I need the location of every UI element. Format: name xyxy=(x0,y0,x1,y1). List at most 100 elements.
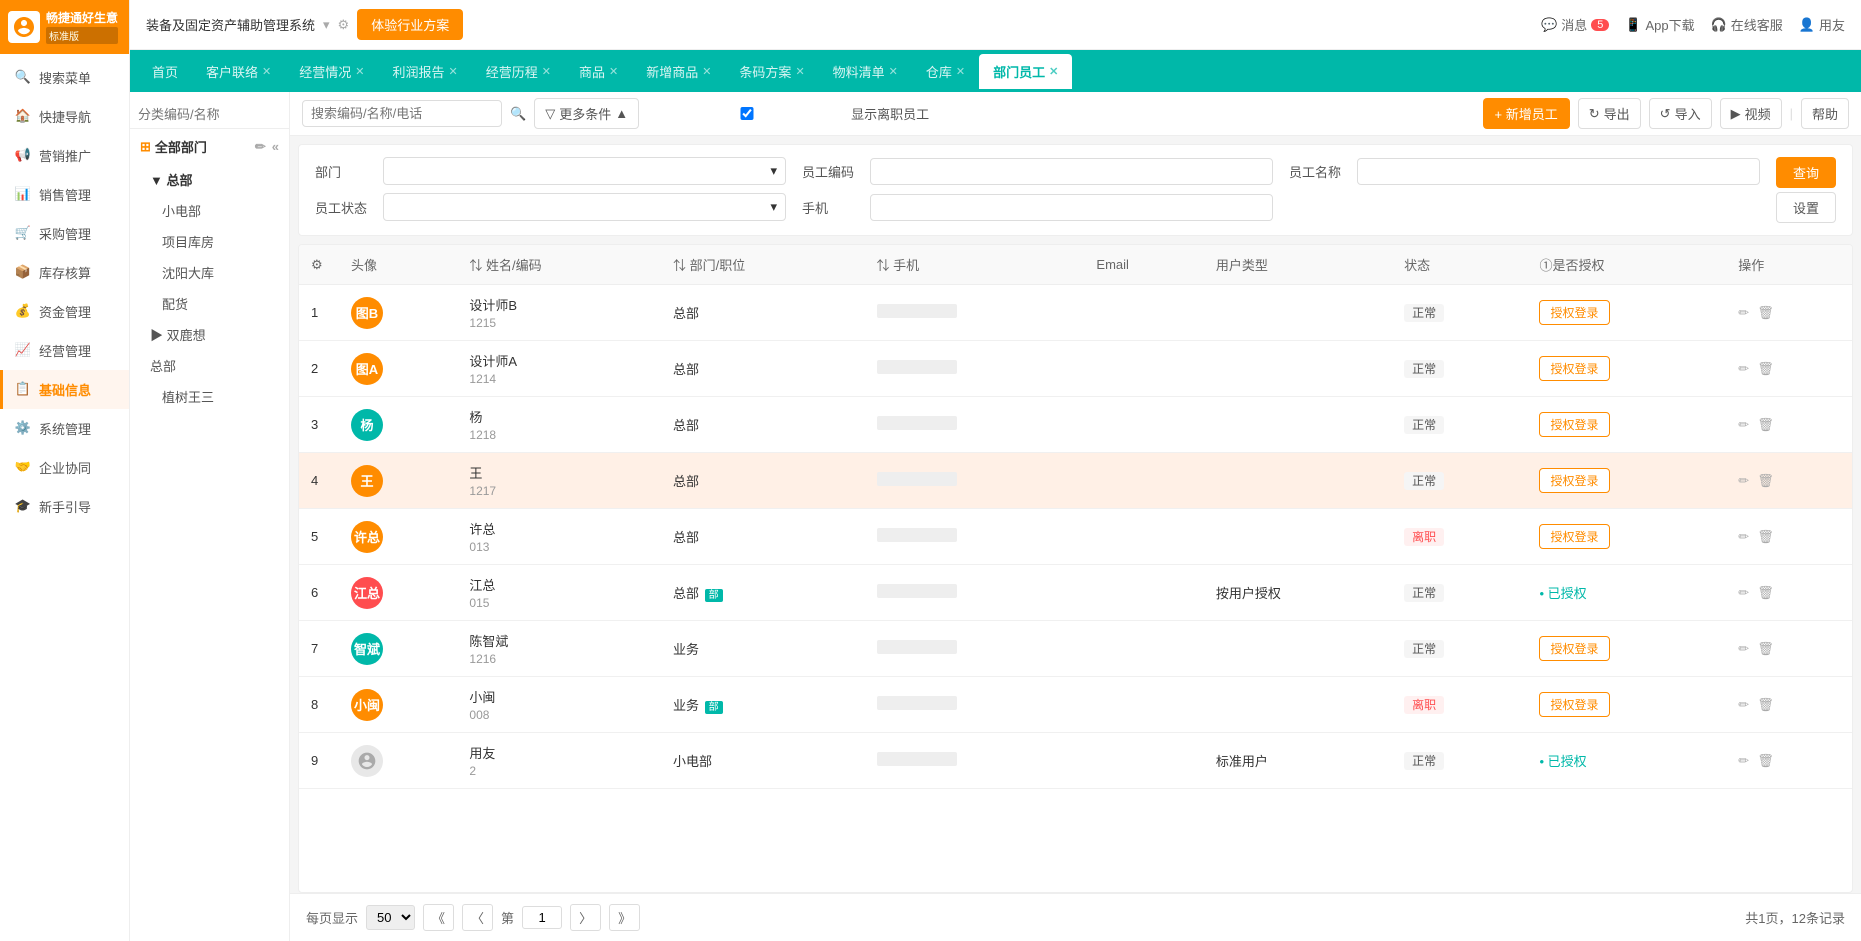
tab-bom[interactable]: 物料清单 ✕ xyxy=(819,54,912,89)
gear-icon[interactable]: ⚙ xyxy=(338,17,350,33)
show-resigned-label[interactable]: 显示离职员工 xyxy=(647,104,929,123)
sidebar-item-system[interactable]: ⚙️ 系统管理 xyxy=(0,409,129,448)
auth-login-btn[interactable]: 授权登录 xyxy=(1539,524,1609,549)
tree-item-parent1[interactable]: ▼ 总部 xyxy=(130,164,289,195)
sidebar-item-collab[interactable]: 🤝 企业协同 xyxy=(0,448,129,487)
sidebar-item-nav[interactable]: 🏠 快捷导航 xyxy=(0,97,129,136)
online-service-item[interactable]: 🎧 在线客服 xyxy=(1711,15,1783,34)
row-auth[interactable]: 授权登录 xyxy=(1527,453,1726,509)
app-download-item[interactable]: 📱 App下载 xyxy=(1625,15,1694,34)
first-page-btn[interactable]: 《 xyxy=(423,904,454,931)
page-input[interactable]: 1 xyxy=(522,906,562,929)
set-btn[interactable]: 设置 xyxy=(1776,192,1836,223)
tab-warehouse[interactable]: 仓库 ✕ xyxy=(912,54,979,89)
close-icon[interactable]: ✕ xyxy=(449,65,458,78)
tab-barcode[interactable]: 条码方案 ✕ xyxy=(725,54,818,89)
edit-icon[interactable]: ✏ xyxy=(1738,697,1749,713)
close-icon[interactable]: ✕ xyxy=(355,65,364,78)
close-icon[interactable]: ✕ xyxy=(1049,65,1058,78)
auth-login-btn[interactable]: 授权登录 xyxy=(1539,356,1609,381)
delete-icon[interactable]: 🗑 xyxy=(1757,585,1774,601)
edit-tree-icon[interactable]: ✏ xyxy=(255,139,266,155)
tab-home[interactable]: 首页 xyxy=(138,54,192,89)
tab-profit[interactable]: 利润报告 ✕ xyxy=(378,54,471,89)
tree-item-peiho[interactable]: 配货 xyxy=(130,288,289,319)
row-auth[interactable]: 授权登录 xyxy=(1527,341,1726,397)
left-search-input[interactable] xyxy=(138,107,290,122)
prev-page-btn[interactable]: 〈 xyxy=(462,904,493,931)
user-item[interactable]: 👤 用友 xyxy=(1799,15,1845,34)
help-btn[interactable]: 帮助 xyxy=(1801,98,1849,129)
edit-icon[interactable]: ✏ xyxy=(1738,529,1749,545)
edit-icon[interactable]: ✏ xyxy=(1738,585,1749,601)
sidebar-item-marketing[interactable]: 📢 营销推广 xyxy=(0,136,129,175)
tree-item-shuanglu[interactable]: ▶ 双鹿想 xyxy=(130,319,289,350)
delete-icon[interactable]: 🗑 xyxy=(1757,417,1774,433)
auth-login-btn[interactable]: 授权登录 xyxy=(1539,300,1609,325)
edit-icon[interactable]: ✏ xyxy=(1738,473,1749,489)
sidebar-item-search[interactable]: 🔍 搜索菜单 xyxy=(0,58,129,97)
auth-login-btn[interactable]: 授权登录 xyxy=(1539,636,1609,661)
search-input[interactable] xyxy=(302,100,502,127)
row-auth[interactable]: 授权登录 xyxy=(1527,677,1726,733)
tab-history[interactable]: 经营历程 ✕ xyxy=(472,54,565,89)
last-page-btn[interactable]: 》 xyxy=(609,904,640,931)
tree-item-project[interactable]: 项目库房 xyxy=(130,226,289,257)
trial-btn[interactable]: 体验行业方案 xyxy=(357,9,463,40)
auth-login-btn[interactable]: 授权登录 xyxy=(1539,468,1609,493)
delete-icon[interactable]: 🗑 xyxy=(1757,641,1774,657)
collapse-icon[interactable]: « xyxy=(272,139,279,155)
close-icon[interactable]: ✕ xyxy=(889,65,898,78)
sidebar-item-sales[interactable]: 📊 销售管理 xyxy=(0,175,129,214)
edit-icon[interactable]: ✏ xyxy=(1738,753,1749,769)
row-auth[interactable]: 授权登录 xyxy=(1527,285,1726,341)
edit-icon[interactable]: ✏ xyxy=(1738,305,1749,321)
tree-item-zhishu[interactable]: 植树王三 xyxy=(130,381,289,412)
close-icon[interactable]: ✕ xyxy=(956,65,965,78)
sidebar-item-inventory[interactable]: 📦 库存核算 xyxy=(0,253,129,292)
row-auth[interactable]: 授权登录 xyxy=(1527,509,1726,565)
tree-item-xiaodian[interactable]: 小电部 xyxy=(130,195,289,226)
sidebar-item-guide[interactable]: 🎓 新手引导 xyxy=(0,487,129,526)
row-auth[interactable]: 授权登录 xyxy=(1527,621,1726,677)
close-icon[interactable]: ✕ xyxy=(262,65,271,78)
chevron-down-icon[interactable]: ▾ xyxy=(323,17,330,33)
delete-icon[interactable]: 🗑 xyxy=(1757,753,1774,769)
auth-login-btn[interactable]: 授权登录 xyxy=(1539,692,1609,717)
tree-item-shenyang[interactable]: 沈阳大库 xyxy=(130,257,289,288)
close-icon[interactable]: ✕ xyxy=(609,65,618,78)
row-auth[interactable]: 授权登录 xyxy=(1527,397,1726,453)
close-icon[interactable]: ✕ xyxy=(795,65,804,78)
delete-icon[interactable]: 🗑 xyxy=(1757,305,1774,321)
sidebar-item-basic[interactable]: 📋 基础信息 xyxy=(0,370,129,409)
search-btn[interactable]: 查询 xyxy=(1776,157,1836,188)
close-icon[interactable]: ✕ xyxy=(702,65,711,78)
views-btn[interactable]: ▶ 视频 xyxy=(1720,98,1782,129)
phone-input[interactable] xyxy=(870,194,1273,221)
col-gear[interactable]: ⚙ xyxy=(299,245,339,285)
delete-icon[interactable]: 🗑 xyxy=(1757,697,1774,713)
auth-login-btn[interactable]: 授权登录 xyxy=(1539,412,1609,437)
close-icon[interactable]: ✕ xyxy=(542,65,551,78)
dept-select[interactable]: ▾ xyxy=(383,157,786,185)
export-btn[interactable]: ↻ 导出 xyxy=(1578,98,1641,129)
delete-icon[interactable]: 🗑 xyxy=(1757,473,1774,489)
edit-icon[interactable]: ✏ xyxy=(1738,361,1749,377)
show-resigned-checkbox[interactable] xyxy=(647,107,847,120)
tab-new-goods[interactable]: 新增商品 ✕ xyxy=(632,54,725,89)
more-conditions-btn[interactable]: ▽ 更多条件 ▲ xyxy=(534,98,639,129)
emp-status-select[interactable]: ▾ xyxy=(383,193,786,221)
delete-icon[interactable]: 🗑 xyxy=(1757,529,1774,545)
import-btn[interactable]: ↺ 导入 xyxy=(1649,98,1712,129)
emp-name-input[interactable] xyxy=(1357,158,1760,185)
edit-icon[interactable]: ✏ xyxy=(1738,417,1749,433)
tab-operation[interactable]: 经营情况 ✕ xyxy=(285,54,378,89)
sidebar-item-purchase[interactable]: 🛒 采购管理 xyxy=(0,214,129,253)
sidebar-item-operation[interactable]: 📈 经营管理 xyxy=(0,331,129,370)
tab-customer[interactable]: 客户联络 ✕ xyxy=(192,54,285,89)
filter-search-icon[interactable]: 🔍 xyxy=(510,106,526,122)
emp-code-input[interactable] xyxy=(870,158,1273,185)
per-page-select[interactable]: 50 xyxy=(366,905,415,930)
add-employee-btn[interactable]: + 新增员工 xyxy=(1483,98,1570,129)
next-page-btn[interactable]: 〉 xyxy=(570,904,601,931)
